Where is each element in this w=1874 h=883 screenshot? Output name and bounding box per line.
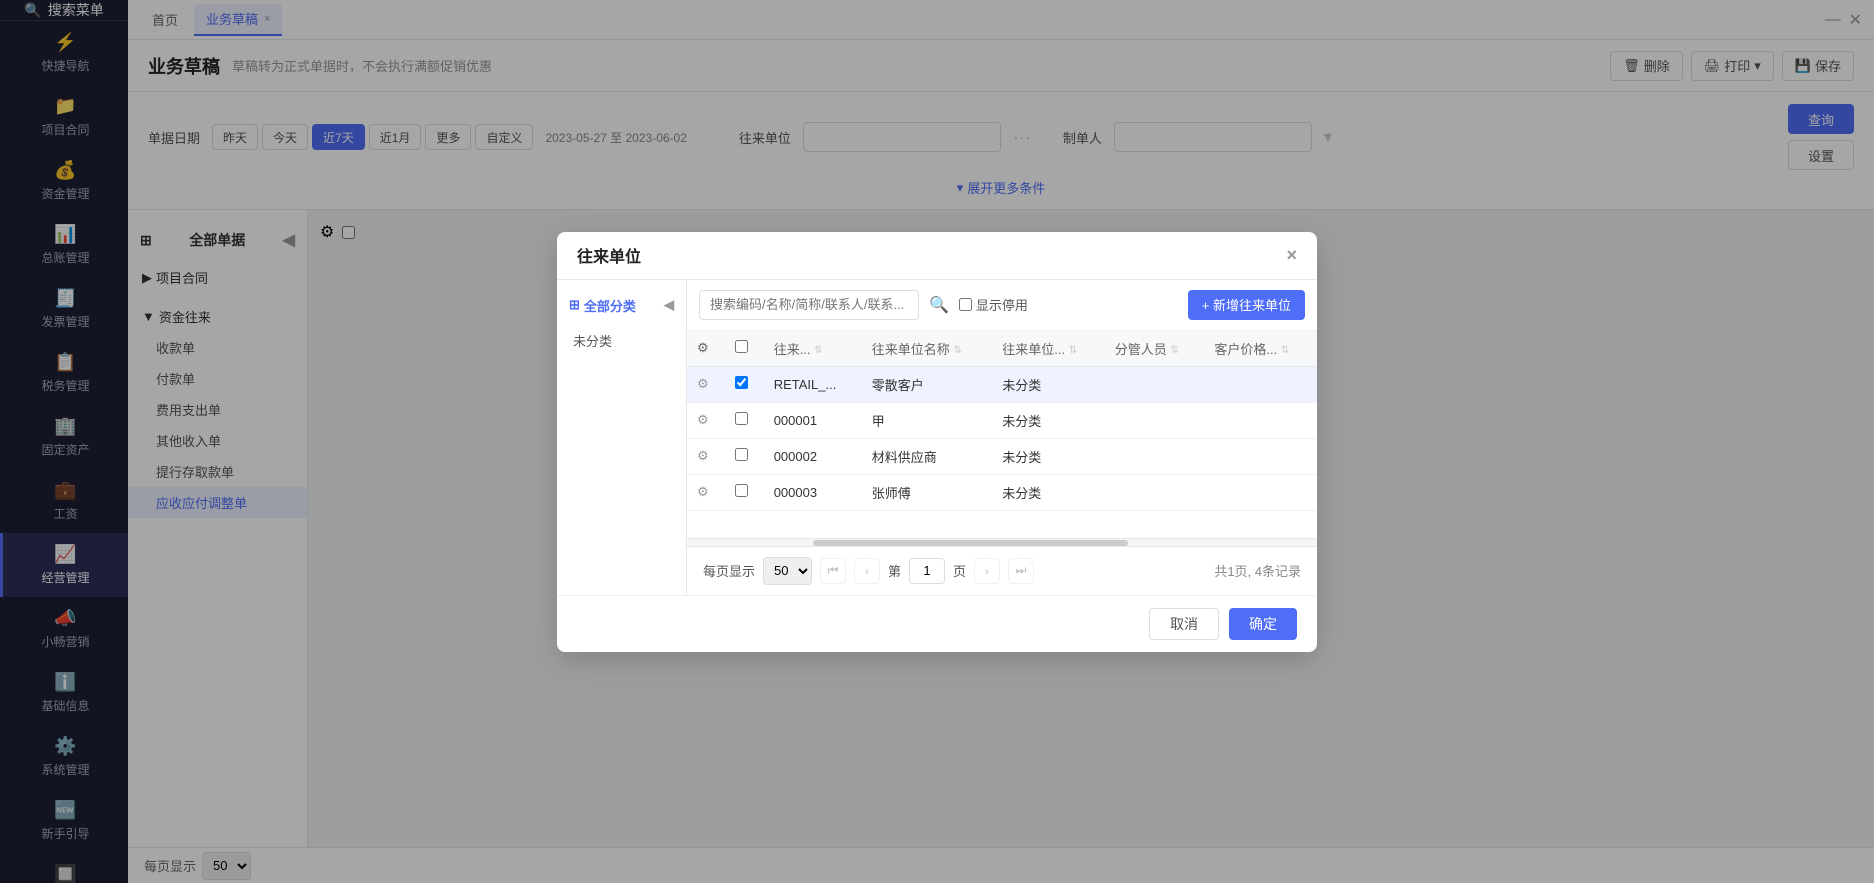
- modal-left-panel: ⊞ 全部分类 ◀ 未分类: [557, 280, 687, 595]
- row-checkbox[interactable]: [725, 402, 764, 438]
- row-manager: [1105, 402, 1205, 438]
- modal-search-bar: 🔍 显示停用 + 新增往来单位: [687, 280, 1317, 331]
- col-category: 往来单位... ⇅: [992, 331, 1105, 367]
- row-settings[interactable]: ⚙: [687, 438, 725, 474]
- row-settings[interactable]: ⚙: [687, 402, 725, 438]
- table-select-all[interactable]: [735, 340, 748, 353]
- row-manager: [1105, 438, 1205, 474]
- row-price-level: [1204, 438, 1317, 474]
- page-next-btn[interactable]: ›: [974, 558, 1000, 584]
- grid-icon: ⊞: [569, 297, 580, 313]
- modal-horizontal-scrollbar[interactable]: [687, 538, 1317, 546]
- row-code: 000002: [764, 438, 862, 474]
- partner-modal: 往来单位 × ⊞ 全部分类 ◀ 未分类 🔍 显示停用 + 新增往来单位: [557, 232, 1317, 652]
- pagination-info: 共1页, 4条记录: [1214, 561, 1301, 580]
- row-name: 甲: [862, 402, 993, 438]
- scrollbar-thumb: [813, 540, 1128, 546]
- row-checkbox[interactable]: [725, 366, 764, 402]
- partner-table: ⚙ 往来... ⇅ 往来单位名称 ⇅ 往来单位...: [687, 331, 1317, 511]
- modal-header: 往来单位 ×: [557, 232, 1317, 280]
- page-unit: 页: [953, 561, 966, 580]
- row-category: 未分类: [992, 366, 1105, 402]
- row-price-level: [1204, 366, 1317, 402]
- collapse-left-icon[interactable]: ◀: [664, 297, 674, 313]
- modal-category-unclassified[interactable]: 未分类: [557, 323, 686, 358]
- page-last-btn[interactable]: ⏭: [1008, 558, 1034, 584]
- modal-left-header: ⊞ 全部分类 ◀: [557, 288, 686, 323]
- confirm-button[interactable]: 确定: [1229, 608, 1297, 640]
- sort-icon: ⇅: [953, 345, 961, 356]
- col-price-level: 客户价格... ⇅: [1204, 331, 1317, 367]
- row-code: 000003: [764, 474, 862, 510]
- row-category: 未分类: [992, 402, 1105, 438]
- row-select-checkbox[interactable]: [735, 448, 748, 461]
- sort-icon: ⇅: [1281, 345, 1289, 356]
- row-code: 000001: [764, 402, 862, 438]
- row-name: 材料供应商: [862, 438, 993, 474]
- col-settings[interactable]: ⚙: [687, 331, 725, 367]
- row-checkbox[interactable]: [725, 474, 764, 510]
- row-category: 未分类: [992, 474, 1105, 510]
- row-code: RETAIL_...: [764, 366, 862, 402]
- row-price-level: [1204, 474, 1317, 510]
- show-disabled-checkbox[interactable]: [959, 298, 972, 311]
- show-disabled-label: 显示停用: [959, 295, 1028, 314]
- row-select-checkbox[interactable]: [735, 484, 748, 497]
- row-manager: [1105, 474, 1205, 510]
- page-first-btn[interactable]: ⏮: [820, 558, 846, 584]
- modal-title: 往来单位: [577, 243, 641, 267]
- page-prev-btn[interactable]: ‹: [854, 558, 880, 584]
- row-name: 张师傅: [862, 474, 993, 510]
- page-label: 第: [888, 561, 901, 580]
- add-partner-button[interactable]: + 新增往来单位: [1188, 290, 1305, 320]
- table-header-row: ⚙ 往来... ⇅ 往来单位名称 ⇅ 往来单位...: [687, 331, 1317, 367]
- sort-icon: ⇅: [1069, 345, 1077, 356]
- row-manager: [1105, 366, 1205, 402]
- col-manager: 分管人员 ⇅: [1105, 331, 1205, 367]
- search-icon[interactable]: 🔍: [929, 295, 949, 315]
- col-code: 往来... ⇅: [764, 331, 862, 367]
- row-category: 未分类: [992, 438, 1105, 474]
- row-checkbox[interactable]: [725, 438, 764, 474]
- row-price-level: [1204, 402, 1317, 438]
- table-row[interactable]: ⚙ 000003 张师傅 未分类: [687, 474, 1317, 510]
- modal-table: ⚙ 往来... ⇅ 往来单位名称 ⇅ 往来单位...: [687, 331, 1317, 538]
- row-settings[interactable]: ⚙: [687, 366, 725, 402]
- per-page-select[interactable]: 50: [763, 557, 812, 585]
- per-page-label: 每页显示: [703, 561, 755, 580]
- table-row[interactable]: ⚙ 000002 材料供应商 未分类: [687, 438, 1317, 474]
- row-select-checkbox[interactable]: [735, 376, 748, 389]
- modal-close-button[interactable]: ×: [1286, 245, 1297, 266]
- modal-right-panel: 🔍 显示停用 + 新增往来单位 ⚙ 往来...: [687, 280, 1317, 595]
- modal-actions: 取消 确定: [557, 595, 1317, 652]
- row-name: 零散客户: [862, 366, 993, 402]
- row-select-checkbox[interactable]: [735, 412, 748, 425]
- modal-search-input[interactable]: [699, 290, 919, 320]
- page-number-input[interactable]: [909, 558, 945, 584]
- modal-body: ⊞ 全部分类 ◀ 未分类 🔍 显示停用 + 新增往来单位: [557, 280, 1317, 595]
- sort-icon: ⇅: [814, 345, 822, 356]
- sort-icon: ⇅: [1170, 345, 1178, 356]
- row-settings[interactable]: ⚙: [687, 474, 725, 510]
- modal-footer: 每页显示 50 ⏮ ‹ 第 页 › ⏭ 共1页, 4条记录: [687, 546, 1317, 595]
- col-checkbox[interactable]: [725, 331, 764, 367]
- table-row[interactable]: ⚙ RETAIL_... 零散客户 未分类: [687, 366, 1317, 402]
- cancel-button[interactable]: 取消: [1149, 608, 1219, 640]
- table-row[interactable]: ⚙ 000001 甲 未分类: [687, 402, 1317, 438]
- col-name: 往来单位名称 ⇅: [862, 331, 993, 367]
